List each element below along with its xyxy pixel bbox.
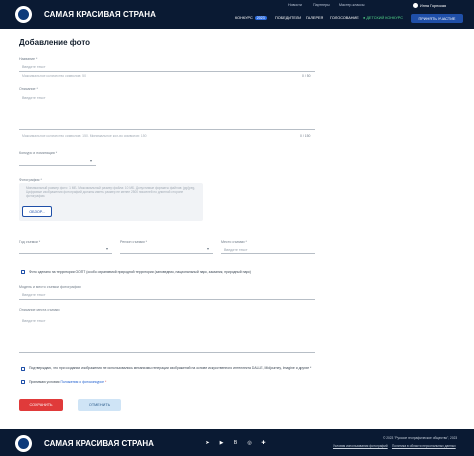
name-label: Название *	[19, 57, 38, 61]
nomination-label: Конкурс и номинация *	[19, 151, 58, 155]
vk-icon[interactable]: В	[232, 439, 239, 446]
ai-confirm-text: Подтверждаю, что при создании изображени…	[29, 366, 312, 370]
save-button[interactable]: СОХРАНИТЬ	[19, 399, 63, 411]
camera-input-underline	[19, 299, 315, 300]
browse-button[interactable]: ОБЗОР...	[22, 206, 52, 217]
photo-upload-area[interactable]: Минимальный размер фото: 1 МБ. Максималь…	[19, 183, 203, 221]
nav-children-label: ДЕТСКИЙ КОНКУРС	[366, 16, 404, 20]
top-link-partners[interactable]: Партнеры	[313, 3, 330, 7]
ok-icon[interactable]: ◎	[246, 439, 253, 446]
terms-required-mark: *	[104, 380, 107, 384]
telegram-icon[interactable]: ➤	[204, 439, 211, 446]
description-label: Описание *	[19, 87, 38, 91]
description-underline	[19, 129, 315, 130]
place-input[interactable]: Введите текст	[224, 248, 248, 252]
name-hint: Максимальное количество символов: 50	[22, 74, 86, 78]
copyright: © 2023 "Русское географическое общество"…	[383, 436, 458, 440]
terms-prefix: Принимаю условия	[29, 380, 60, 384]
terms-text: Принимаю условия Положения о фотоконкурс…	[29, 380, 106, 384]
cancel-button[interactable]: ОТМЕНИТЬ	[78, 399, 121, 411]
place-label: Место съемки *	[221, 240, 247, 244]
place-description-textarea[interactable]: Введите текст	[22, 319, 46, 323]
user-name: Инна Горнская	[420, 3, 447, 8]
social-links: ➤ ▶ В ◎ ✚	[204, 439, 267, 446]
plus-icon[interactable]: ✚	[260, 439, 267, 446]
description-hint: Максимальное количество символов: 150. М…	[22, 134, 147, 138]
protected-area-text: Фото сделано на территории ООПТ (особо о…	[29, 270, 251, 274]
nomination-select[interactable]	[19, 165, 96, 166]
camera-label: Модель и место съемки фотографии	[19, 285, 81, 289]
year-label: Год съемки *	[19, 240, 41, 244]
place-input-underline	[221, 253, 315, 254]
terms-link[interactable]: Положения о фотоконкурсе	[60, 380, 104, 384]
footer-terms-link[interactable]: Условия использования фотографий	[333, 444, 388, 448]
name-input-underline	[19, 71, 315, 72]
site-footer: САМАЯ КРАСИВАЯ СТРАНА ➤ ▶ В ◎ ✚ © 2023 "…	[0, 429, 474, 456]
upload-hint: Минимальный размер фото: 1 МБ. Максималь…	[26, 186, 196, 198]
footer-privacy-link[interactable]: Политика в области персональных данных	[392, 444, 456, 448]
protected-area-checkbox[interactable]	[21, 270, 25, 274]
page-title: Добавление фото	[19, 38, 91, 47]
contest-year-badge: 2023	[254, 16, 267, 20]
nav-contest[interactable]: КОНКУРС 2023	[235, 16, 267, 20]
photo-label: Фотография *	[19, 178, 42, 182]
chevron-down-icon[interactable]: ▾	[207, 246, 209, 251]
chevron-down-icon[interactable]: ▾	[90, 158, 92, 163]
nav-children[interactable]: ● ДЕТСКИЙ КОНКУРС	[363, 16, 403, 20]
nav-winners[interactable]: ПОБЕДИТЕЛИ	[275, 16, 301, 20]
user-icon	[413, 3, 418, 8]
site-header: САМАЯ КРАСИВАЯ СТРАНА Новости Партнеры М…	[0, 0, 474, 29]
name-counter: 0 / 50	[302, 74, 311, 78]
footer-logo-icon[interactable]	[15, 435, 32, 452]
region-label: Регион съемки *	[120, 240, 148, 244]
terms-checkbox[interactable]	[21, 380, 25, 384]
description-textarea[interactable]: Введите текст	[22, 96, 46, 100]
region-select[interactable]	[120, 253, 213, 254]
top-link-news[interactable]: Новости	[288, 3, 302, 7]
place-description-underline	[19, 352, 315, 353]
top-link-masterclasses[interactable]: Мастер-классы	[339, 3, 365, 7]
chevron-down-icon[interactable]: ▾	[106, 246, 108, 251]
description-counter: 0 / 150	[300, 134, 311, 138]
ai-confirm-checkbox[interactable]	[21, 367, 25, 371]
user-menu[interactable]: Инна Горнская	[413, 3, 446, 8]
camera-input[interactable]: Введите текст	[22, 293, 46, 297]
year-select[interactable]	[19, 253, 112, 254]
nav-gallery[interactable]: ГАЛЕРЕЯ	[306, 16, 323, 20]
nav-voting[interactable]: ГОЛОСОВАНИЕ	[330, 16, 359, 20]
participate-button[interactable]: ПРИНЯТЬ УЧАСТИЕ	[411, 14, 463, 23]
main-nav: КОНКУРС 2023 ПОБЕДИТЕЛИ ГАЛЕРЕЯ ГОЛОСОВАН…	[0, 16, 474, 22]
footer-brand[interactable]: САМАЯ КРАСИВАЯ СТРАНА	[44, 439, 154, 448]
place-description-label: Описание места съемки	[19, 308, 60, 312]
youtube-icon[interactable]: ▶	[218, 439, 225, 446]
nav-contest-label: КОНКУРС	[235, 16, 253, 20]
name-input[interactable]: Введите текст	[22, 65, 46, 69]
